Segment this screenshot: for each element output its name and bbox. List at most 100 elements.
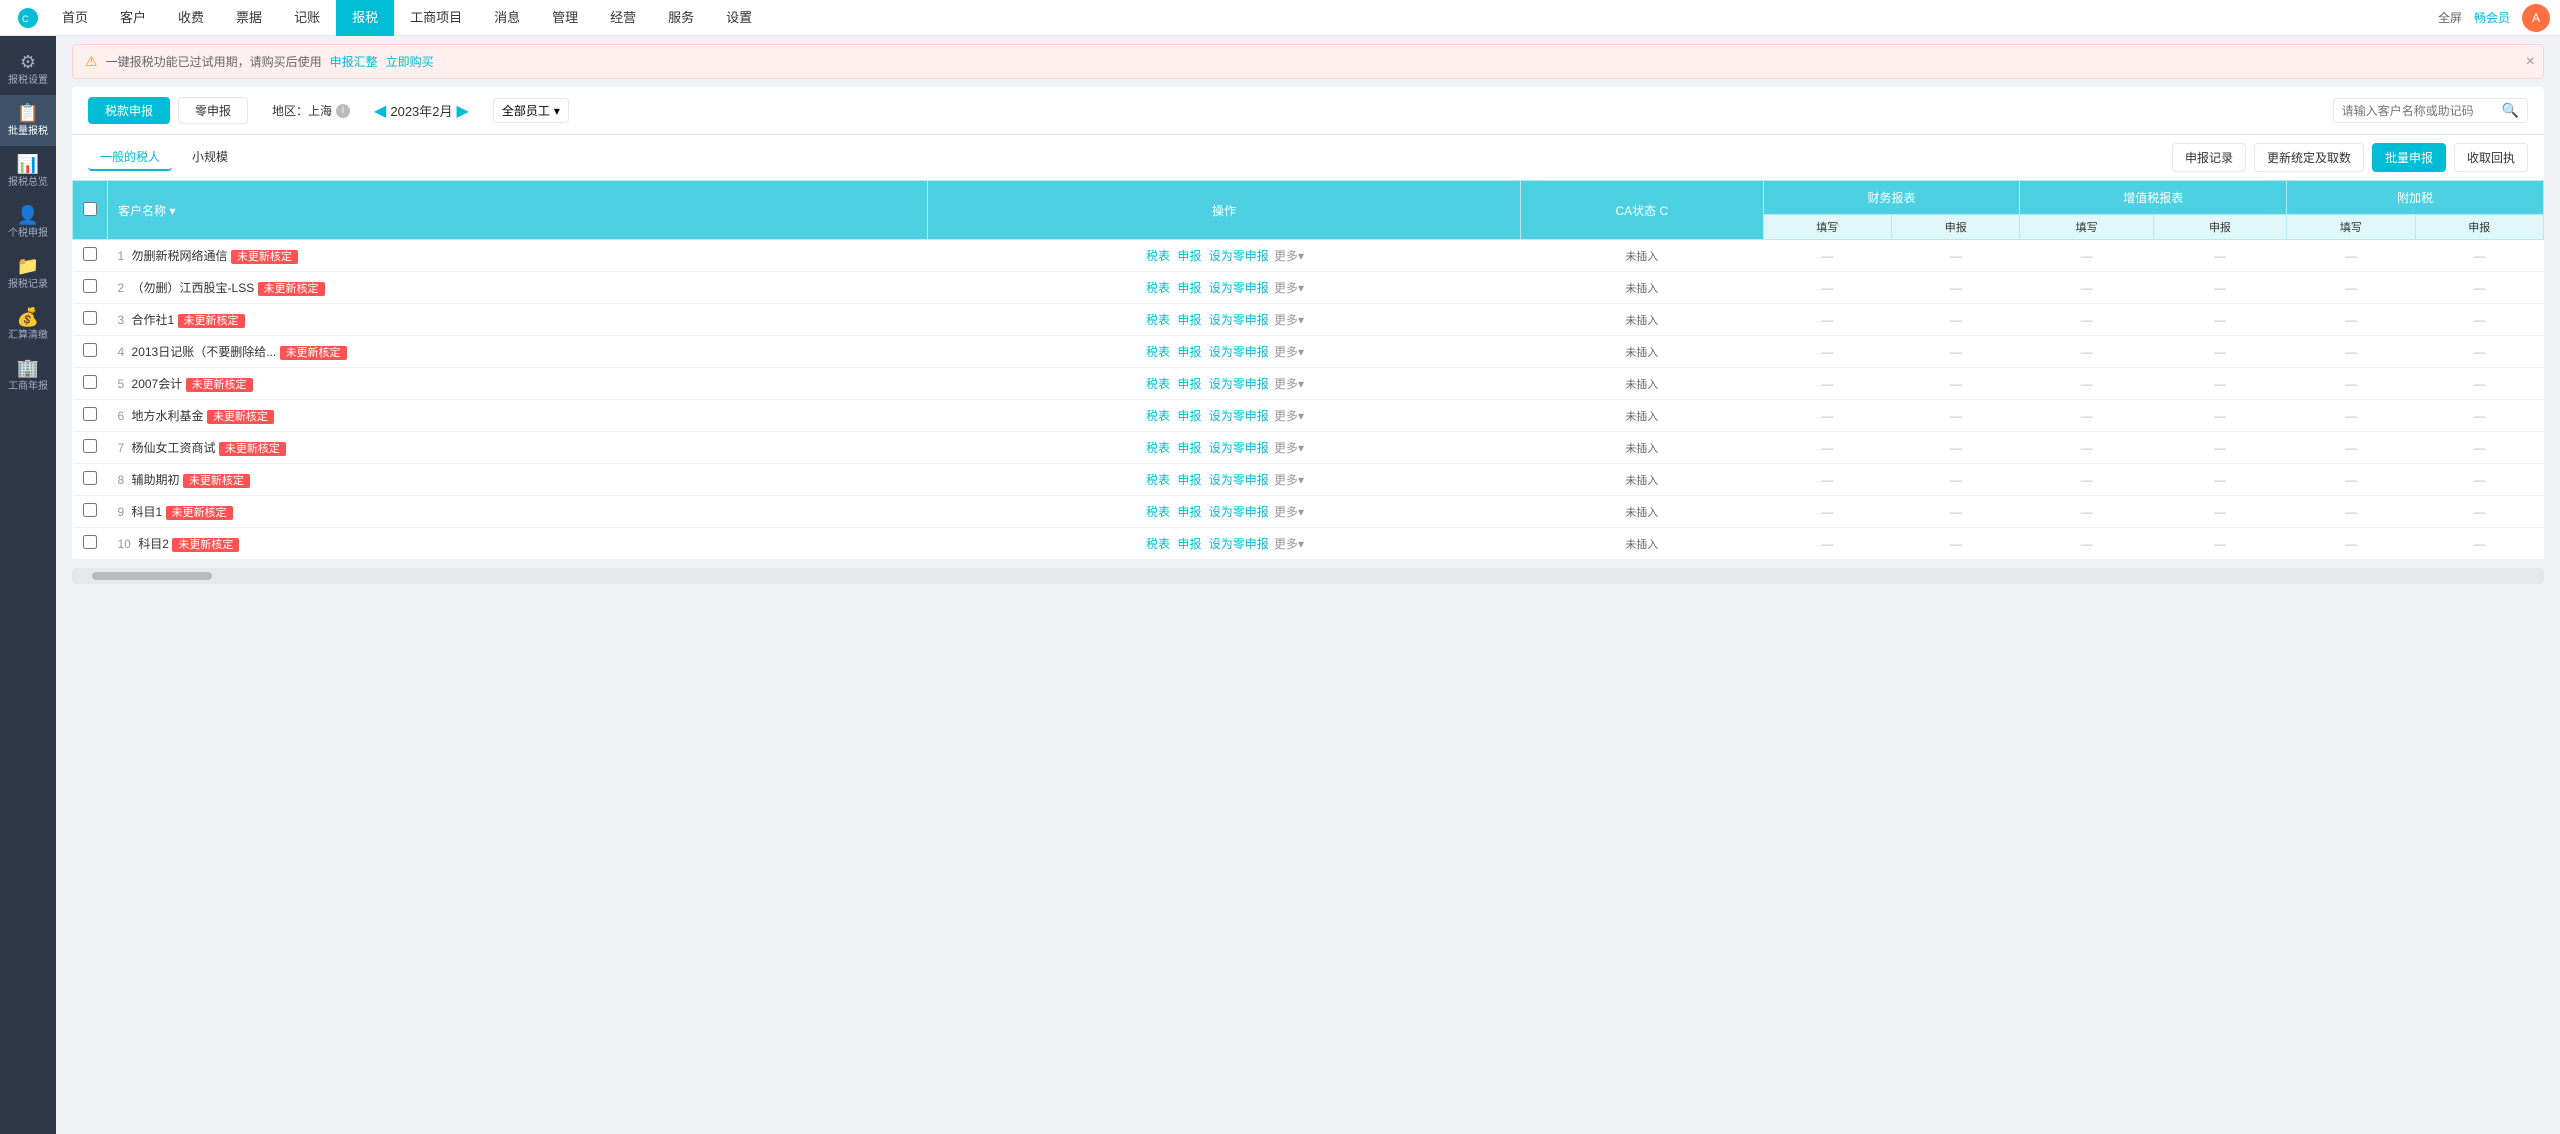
row-checkbox[interactable] bbox=[83, 279, 97, 293]
batch-declare-btn[interactable]: 批量申报 bbox=[2372, 143, 2446, 172]
op-tax-form[interactable]: 税表 bbox=[1146, 441, 1170, 455]
cell-fin-dec: — bbox=[1892, 432, 2020, 464]
op-declare[interactable]: 申报 bbox=[1177, 281, 1201, 295]
row-checkbox[interactable] bbox=[83, 343, 97, 357]
notice-text: 一键报税功能已过试用期，请购买后使用 bbox=[106, 53, 322, 70]
nav-manage[interactable]: 管理 bbox=[536, 0, 594, 36]
sidebar-item-tax-record[interactable]: 📁 报税记录 bbox=[0, 248, 56, 299]
month-next-btn[interactable]: ▶ bbox=[457, 101, 469, 121]
row-checkbox[interactable] bbox=[83, 535, 97, 549]
op-declare[interactable]: 申报 bbox=[1177, 505, 1201, 519]
fullscreen-btn[interactable]: 全屏 bbox=[2438, 9, 2462, 26]
nav-client[interactable]: 客户 bbox=[104, 0, 162, 36]
op-zero-declare[interactable]: 设为零申报 bbox=[1209, 377, 1269, 391]
search-icon[interactable]: 🔍 bbox=[2502, 102, 2519, 119]
history-btn[interactable]: 申报记录 bbox=[2172, 143, 2246, 172]
op-tax-form[interactable]: 税表 bbox=[1146, 409, 1170, 423]
op-tax-form[interactable]: 税表 bbox=[1146, 249, 1170, 263]
op-zero-declare[interactable]: 设为零申报 bbox=[1209, 345, 1269, 359]
row-checkbox[interactable] bbox=[83, 439, 97, 453]
nav-biz[interactable]: 工商项目 bbox=[394, 0, 478, 36]
region-info-icon[interactable]: i bbox=[336, 104, 350, 118]
op-zero-declare[interactable]: 设为零申报 bbox=[1209, 473, 1269, 487]
retrieve-btn[interactable]: 收取回执 bbox=[2454, 143, 2528, 172]
row-checkbox[interactable] bbox=[83, 311, 97, 325]
op-zero-declare[interactable]: 设为零申报 bbox=[1209, 281, 1269, 295]
cell-fin-dec: — bbox=[1892, 336, 2020, 368]
nav-tax[interactable]: 报税 bbox=[336, 0, 394, 36]
op-tax-form[interactable]: 税表 bbox=[1146, 313, 1170, 327]
cell-vat-dec: — bbox=[2153, 432, 2286, 464]
toolbar-right: 申报记录 更新统定及取数 批量申报 收取回执 bbox=[2172, 143, 2528, 172]
op-more[interactable]: 更多▾ bbox=[1274, 505, 1304, 519]
op-tax-form[interactable]: 税表 bbox=[1146, 345, 1170, 359]
op-tax-form[interactable]: 税表 bbox=[1146, 473, 1170, 487]
sidebar-label-tax-settings: 报税设置 bbox=[8, 75, 48, 87]
op-declare[interactable]: 申报 bbox=[1177, 473, 1201, 487]
tab-tax-declare[interactable]: 税款申报 bbox=[88, 97, 170, 124]
nav-message[interactable]: 消息 bbox=[478, 0, 536, 36]
sidebar-item-batch-tax[interactable]: 📋 批量报税 bbox=[0, 95, 56, 146]
nav-home[interactable]: 首页 bbox=[46, 0, 104, 36]
op-zero-declare[interactable]: 设为零申报 bbox=[1209, 313, 1269, 327]
op-declare[interactable]: 申报 bbox=[1177, 377, 1201, 391]
row-checkbox[interactable] bbox=[83, 247, 97, 261]
op-tax-form[interactable]: 税表 bbox=[1146, 377, 1170, 391]
nav-service[interactable]: 服务 bbox=[652, 0, 710, 36]
sidebar-item-tax-settings[interactable]: ⚙ 报税设置 bbox=[0, 44, 56, 95]
op-zero-declare[interactable]: 设为零申报 bbox=[1209, 537, 1269, 551]
op-declare[interactable]: 申报 bbox=[1177, 441, 1201, 455]
select-all-checkbox[interactable] bbox=[83, 202, 97, 216]
op-declare[interactable]: 申报 bbox=[1177, 537, 1201, 551]
notice-close-btn[interactable]: × bbox=[2526, 53, 2535, 71]
row-checkbox[interactable] bbox=[83, 375, 97, 389]
notice-link2[interactable]: 立即购买 bbox=[386, 53, 434, 70]
avatar[interactable]: A bbox=[2522, 4, 2550, 32]
op-declare[interactable]: 申报 bbox=[1177, 313, 1201, 327]
op-zero-declare[interactable]: 设为零申报 bbox=[1209, 505, 1269, 519]
op-more[interactable]: 更多▾ bbox=[1274, 537, 1304, 551]
sidebar-item-tax-overview[interactable]: 📊 报税总览 bbox=[0, 146, 56, 197]
table-row: 8 辅助期初 未更新核定 税表 申报 设为零申报 更多▾ 未插入 — — — —… bbox=[73, 464, 2544, 496]
op-declare[interactable]: 申报 bbox=[1177, 249, 1201, 263]
sidebar-item-settlement[interactable]: 💰 汇算清缴 bbox=[0, 299, 56, 350]
op-tax-form[interactable]: 税表 bbox=[1146, 281, 1170, 295]
nav-fee[interactable]: 收费 bbox=[162, 0, 220, 36]
op-declare[interactable]: 申报 bbox=[1177, 409, 1201, 423]
search-input[interactable] bbox=[2342, 104, 2502, 118]
op-more[interactable]: 更多▾ bbox=[1274, 377, 1304, 391]
nav-invoice[interactable]: 票据 bbox=[220, 0, 278, 36]
tab-small-scale[interactable]: 小规模 bbox=[180, 144, 240, 171]
op-more[interactable]: 更多▾ bbox=[1274, 473, 1304, 487]
op-declare[interactable]: 申报 bbox=[1177, 345, 1201, 359]
op-zero-declare[interactable]: 设为零申报 bbox=[1209, 409, 1269, 423]
tab-zero-declare[interactable]: 零申报 bbox=[178, 97, 248, 124]
op-more[interactable]: 更多▾ bbox=[1274, 409, 1304, 423]
row-checkbox[interactable] bbox=[83, 471, 97, 485]
notice-link1[interactable]: 申报汇整 bbox=[330, 53, 378, 70]
bottom-scrollbar[interactable] bbox=[72, 568, 2544, 584]
op-tax-form[interactable]: 税表 bbox=[1146, 505, 1170, 519]
op-tax-form[interactable]: 税表 bbox=[1146, 537, 1170, 551]
op-more[interactable]: 更多▾ bbox=[1274, 281, 1304, 295]
op-zero-declare[interactable]: 设为零申报 bbox=[1209, 441, 1269, 455]
cell-fin-fill: — bbox=[1763, 336, 1891, 368]
nav-bookkeeping[interactable]: 记账 bbox=[278, 0, 336, 36]
nav-operation[interactable]: 经营 bbox=[594, 0, 652, 36]
row-checkbox[interactable] bbox=[83, 503, 97, 517]
row-checkbox[interactable] bbox=[83, 407, 97, 421]
op-more[interactable]: 更多▾ bbox=[1274, 441, 1304, 455]
op-more[interactable]: 更多▾ bbox=[1274, 345, 1304, 359]
op-more[interactable]: 更多▾ bbox=[1274, 249, 1304, 263]
month-prev-btn[interactable]: ◀ bbox=[374, 101, 386, 121]
update-btn[interactable]: 更新统定及取数 bbox=[2254, 143, 2364, 172]
cell-operations: 税表 申报 设为零申报 更多▾ bbox=[928, 368, 1521, 400]
sidebar-item-personal-tax[interactable]: 👤 个税申报 bbox=[0, 197, 56, 248]
dept-select[interactable]: 全部员工 ▾ bbox=[493, 98, 569, 123]
sidebar-item-annual-report[interactable]: 🏢 工商年报 bbox=[0, 350, 56, 401]
tab-general-taxpayer[interactable]: 一般的税人 bbox=[88, 144, 172, 171]
nav-settings[interactable]: 设置 bbox=[710, 0, 768, 36]
vip-btn[interactable]: 畅会员 bbox=[2474, 9, 2510, 26]
op-more[interactable]: 更多▾ bbox=[1274, 313, 1304, 327]
op-zero-declare[interactable]: 设为零申报 bbox=[1209, 249, 1269, 263]
